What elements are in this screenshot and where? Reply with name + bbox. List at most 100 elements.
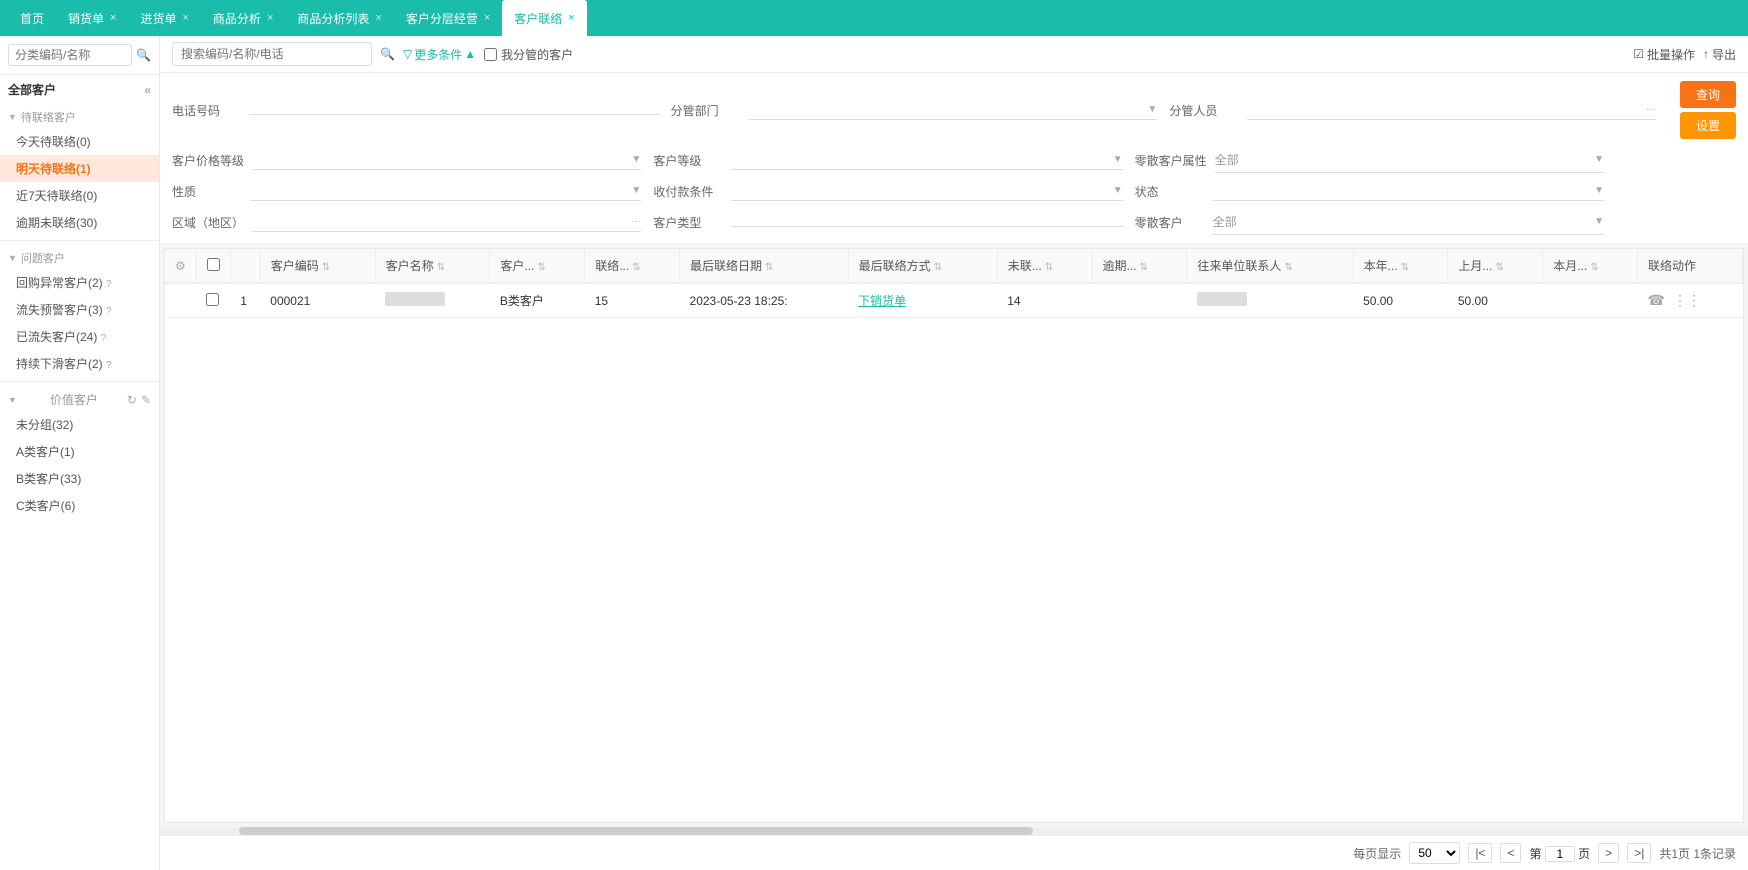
more-action-icon[interactable]: ⋮⋮ <box>1673 292 1701 309</box>
sort-unit-contact-icon[interactable]: ⇅ <box>1284 262 1292 273</box>
dept-select[interactable]: ▼ <box>749 100 1158 120</box>
select-all-checkbox[interactable] <box>207 258 220 271</box>
sort-this-year-icon[interactable]: ⇅ <box>1401 262 1409 273</box>
sort-code-icon[interactable]: ⇅ <box>322 262 330 273</box>
sidebar-item-churn-warning[interactable]: 流失预警客户(3) ? <box>0 296 159 323</box>
payment-select[interactable]: ▼ <box>731 181 1122 201</box>
filter-row-1: 电话号码 分管部门 ▼ 分管人员 ··· <box>172 81 1736 139</box>
value-customer-group-label: 价值客户 ↻ ✎ <box>0 386 159 411</box>
customer-grade-select[interactable]: ▼ <box>731 150 1122 170</box>
sort-last-month-icon[interactable]: ⇅ <box>1495 262 1503 273</box>
area-label: 区域（地区） <box>172 214 244 231</box>
retail-attr-select[interactable]: 全部 ▼ <box>1215 147 1604 173</box>
sort-contact-icon[interactable]: ⇅ <box>632 262 640 273</box>
sidebar-item-tomorrow-contact[interactable]: 明天待联络(1) <box>0 155 159 182</box>
dept-chevron-icon: ▼ <box>1147 104 1157 115</box>
sidebar-item-today-contact[interactable]: 今天待联络(0) <box>0 128 159 155</box>
next-page-button[interactable]: > <box>1598 843 1619 863</box>
nav-sales-order[interactable]: 销货单 × <box>56 0 128 36</box>
nav-customer-contact[interactable]: 客户联络 × <box>502 0 586 36</box>
all-customers-label: 全部客户 <box>8 81 56 98</box>
first-page-button[interactable]: |< <box>1468 843 1492 863</box>
close-product-analysis-icon[interactable]: × <box>267 12 273 24</box>
all-customers-header[interactable]: 全部客户 « <box>0 75 159 104</box>
batch-operation-button[interactable]: ☑ 批量操作 <box>1633 46 1695 63</box>
close-sales-order-icon[interactable]: × <box>110 12 116 24</box>
cell-code: 000021 <box>260 283 375 318</box>
edit-icon[interactable]: ✎ <box>141 393 151 407</box>
nav-product-analysis[interactable]: 商品分析 × <box>201 0 285 36</box>
per-page-select[interactable]: 50 100 200 <box>1409 842 1460 864</box>
last-page-button[interactable]: >| <box>1627 843 1651 863</box>
page-input[interactable] <box>1545 846 1575 862</box>
cell-this-month <box>1543 283 1638 318</box>
sidebar-item-ungrouped[interactable]: 未分组(32) <box>0 411 159 438</box>
nature-select[interactable]: ▼ <box>250 181 641 201</box>
sidebar-item-7days-contact[interactable]: 近7天待联络(0) <box>0 182 159 209</box>
scroll-thumb[interactable] <box>239 827 1033 835</box>
sort-type-icon[interactable]: ⇅ <box>537 262 545 273</box>
sidebar-item-a-class[interactable]: A类客户(1) <box>0 438 159 465</box>
prev-page-button[interactable]: < <box>1500 843 1521 863</box>
sort-name-icon[interactable]: ⇅ <box>437 262 445 273</box>
more-conditions-button[interactable]: ▽ 更多条件 ▲ <box>403 46 476 63</box>
cell-index: 1 <box>230 283 260 318</box>
sidebar-search-input[interactable] <box>8 44 132 66</box>
reset-button[interactable]: 设置 <box>1680 112 1736 139</box>
my-customers-checkbox-wrap[interactable]: 我分管的客户 <box>484 46 573 63</box>
sort-date-icon[interactable]: ⇅ <box>765 262 773 273</box>
col-last-month-header: 上月...⇅ <box>1448 249 1543 283</box>
sidebar-item-c-class[interactable]: C类客户(6) <box>0 492 159 519</box>
search-input[interactable] <box>172 42 372 66</box>
close-purchase-order-icon[interactable]: × <box>182 12 188 24</box>
page-label: 第 页 <box>1529 845 1590 862</box>
sidebar-item-repurchase-abnormal[interactable]: 回购异常客户(2) ? <box>0 269 159 296</box>
cell-no-contact: 14 <box>997 283 1092 318</box>
sort-no-contact-icon[interactable]: ⇅ <box>1045 262 1053 273</box>
filter-row-4: 区域（地区） ··· 客户类型 零散客户 全部 <box>172 209 1736 235</box>
last-contact-method-link[interactable]: 下销货单 <box>858 294 906 308</box>
sort-method-icon[interactable]: ⇅ <box>934 262 942 273</box>
cell-overdue <box>1092 283 1187 318</box>
search-button-icon[interactable]: 🔍 <box>380 47 395 61</box>
problem-customer-group-label: 问题客户 <box>0 245 159 269</box>
sort-this-month-icon[interactable]: ⇅ <box>1590 262 1598 273</box>
sidebar-item-churned[interactable]: 已流失客户(24) ? <box>0 323 159 350</box>
col-this-year-header: 本年...⇅ <box>1353 249 1448 283</box>
nav-home[interactable]: 首页 <box>8 0 56 36</box>
horizontal-scrollbar[interactable] <box>160 827 1748 835</box>
my-customers-checkbox[interactable] <box>484 48 497 61</box>
col-last-contact-method-header: 最后联络方式⇅ <box>848 249 997 283</box>
export-button[interactable]: ↑ 导出 <box>1703 46 1736 63</box>
sort-overdue-icon[interactable]: ⇅ <box>1140 262 1148 273</box>
person-field: 分管人员 ··· <box>1169 100 1656 120</box>
person-select[interactable]: ··· <box>1247 100 1656 120</box>
nav-product-analysis-list[interactable]: 商品分析列表 × <box>285 0 393 36</box>
col-customer-code-header: 客户编码⇅ <box>260 249 375 283</box>
close-customer-contact-icon[interactable]: × <box>568 12 574 24</box>
table-settings-icon[interactable]: ⚙ <box>175 259 186 273</box>
nav-purchase-order[interactable]: 进货单 × <box>128 0 200 36</box>
person-chevron-icon: ··· <box>1646 104 1656 115</box>
collapse-icon[interactable]: « <box>144 83 151 97</box>
retail-customer-select[interactable]: 全部 ▼ <box>1213 209 1604 235</box>
row-checkbox[interactable] <box>206 293 219 306</box>
call-action-icon[interactable]: ☎ <box>1648 292 1665 309</box>
status-select[interactable]: ▼ <box>1213 181 1604 201</box>
nav-customer-segmentation[interactable]: 客户分层经营 × <box>394 0 502 36</box>
table-header-row: ⚙ 客户编码⇅ 客户名称⇅ 客户...⇅ <box>165 249 1743 283</box>
refresh-icon[interactable]: ↻ <box>127 393 137 407</box>
query-button[interactable]: 查询 <box>1680 81 1736 108</box>
type-select[interactable] <box>731 218 1122 227</box>
close-product-analysis-list-icon[interactable]: × <box>375 12 381 24</box>
filter-row-3: 性质 ▼ 收付款条件 ▼ 状态 <box>172 181 1736 201</box>
sidebar-item-declining[interactable]: 持续下滑客户(2) ? <box>0 350 159 377</box>
cell-last-month: 50.00 <box>1448 283 1543 318</box>
total-info: 共1页 1条记录 <box>1659 845 1736 862</box>
price-grade-select[interactable]: ▼ <box>252 150 641 170</box>
close-customer-segmentation-icon[interactable]: × <box>484 12 490 24</box>
sidebar-search-icon[interactable]: 🔍 <box>136 48 151 62</box>
sidebar-item-overdue-contact[interactable]: 逾期未联络(30) <box>0 209 159 236</box>
area-select[interactable]: ··· <box>252 212 641 232</box>
sidebar-item-b-class[interactable]: B类客户(33) <box>0 465 159 492</box>
